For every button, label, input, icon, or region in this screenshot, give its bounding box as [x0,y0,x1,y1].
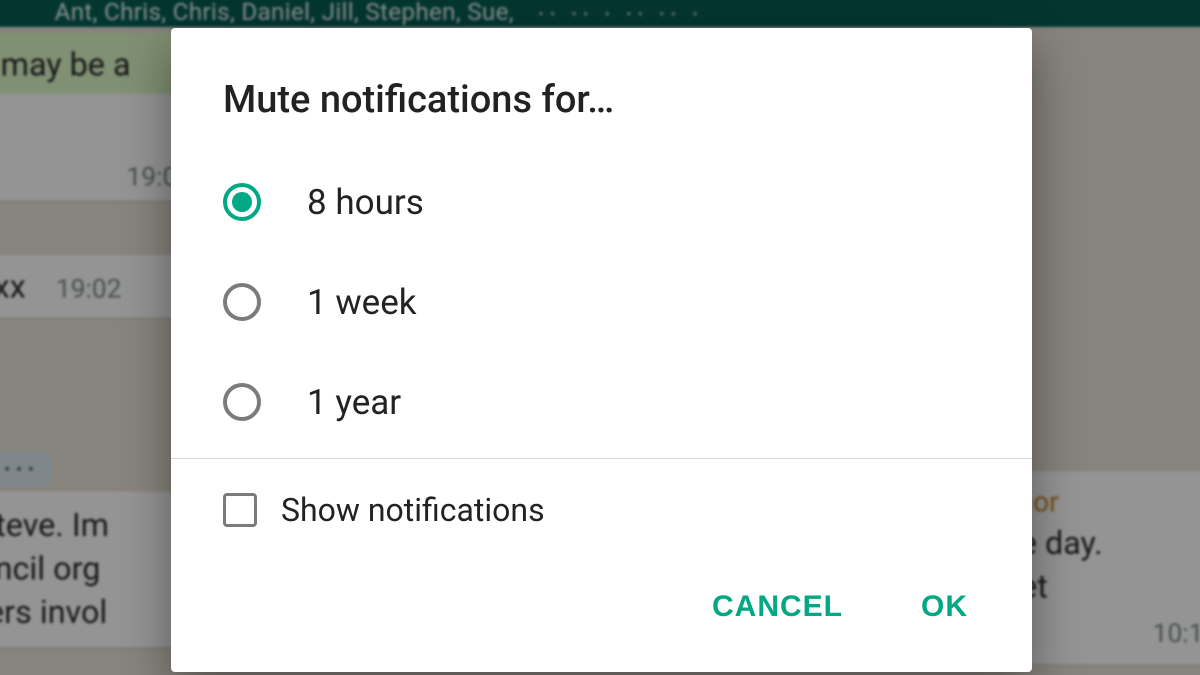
mute-option-label: 1 year [307,382,401,423]
radio-icon [223,283,261,321]
radio-icon [223,383,261,421]
show-notifications-checkbox-row[interactable]: Show notifications [171,459,1032,529]
mute-option-8-hours[interactable]: 8 hours [223,152,980,252]
mute-option-label: 1 week [307,282,417,323]
radio-icon [223,183,261,221]
cancel-button[interactable]: CANCEL [708,580,847,634]
show-notifications-label: Show notifications [281,491,545,529]
dialog-title: Mute notifications for… [171,28,1032,152]
mute-option-1-year[interactable]: 1 year [223,352,980,452]
dialog-actions: CANCEL OK [171,580,1032,672]
ok-button[interactable]: OK [917,580,972,634]
mute-duration-options: 8 hours 1 week 1 year [171,152,1032,452]
mute-notifications-dialog: Mute notifications for… 8 hours 1 week 1… [171,28,1032,672]
checkbox-icon [223,493,257,527]
mute-option-1-week[interactable]: 1 week [223,252,980,352]
mute-option-label: 8 hours [307,182,424,223]
